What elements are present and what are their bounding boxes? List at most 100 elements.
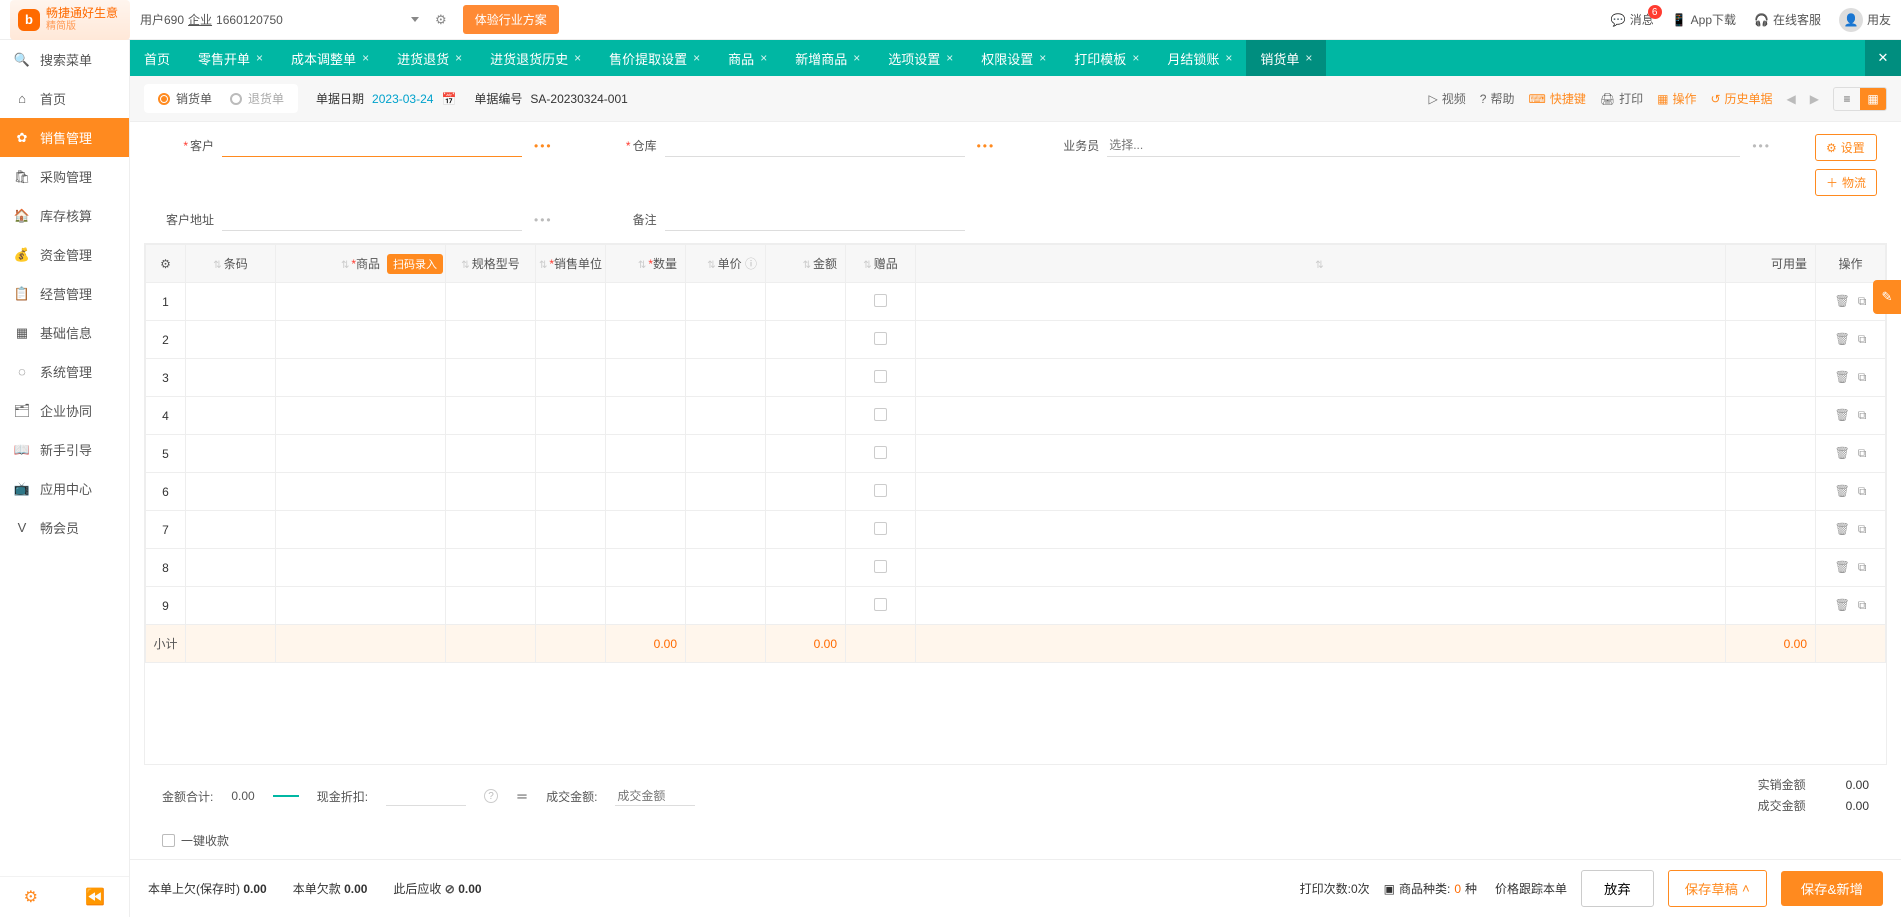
cell-unit[interactable] (536, 511, 606, 549)
app-download-link[interactable]: 📱 App下载 (1672, 11, 1736, 28)
cell-price[interactable] (686, 511, 766, 549)
sidebar-item-12[interactable]: V畅会员 (0, 508, 129, 547)
sidebar-item-9[interactable]: 🗂企业协同 (0, 391, 129, 430)
cell-spec[interactable] (446, 321, 536, 359)
table-row[interactable]: 3🗑⧉ (146, 359, 1886, 397)
deal-amount-input[interactable] (615, 787, 695, 806)
sidebar-item-6[interactable]: 📋经营管理 (0, 274, 129, 313)
cell-unit[interactable] (536, 549, 606, 587)
table-row[interactable]: 6🗑⧉ (146, 473, 1886, 511)
cell-barcode[interactable] (186, 435, 276, 473)
delete-row-icon[interactable]: 🗑 (1835, 560, 1850, 575)
copy-row-icon[interactable]: ⧉ (1858, 294, 1867, 309)
discount-input[interactable] (386, 787, 466, 806)
tenant-selector[interactable]: 用户690企业1660120750 (140, 11, 419, 28)
cell-barcode[interactable] (186, 587, 276, 625)
delete-row-icon[interactable]: 🗑 (1835, 408, 1850, 423)
order-type-return[interactable]: 退货单 (230, 90, 284, 107)
table-row[interactable]: 7🗑⧉ (146, 511, 1886, 549)
close-icon[interactable]: × (362, 51, 369, 65)
tab-5[interactable]: 售价提取设置× (595, 40, 714, 76)
delete-row-icon[interactable]: 🗑 (1835, 370, 1850, 385)
tab-9[interactable]: 权限设置× (967, 40, 1060, 76)
cell-amount[interactable] (766, 587, 846, 625)
col-product[interactable]: ⇅*商品扫码录入 (276, 245, 446, 283)
cell-gift[interactable] (846, 587, 916, 625)
delete-row-icon[interactable]: 🗑 (1835, 332, 1850, 347)
close-icon[interactable]: × (760, 51, 767, 65)
table-row[interactable]: 4🗑⧉ (146, 397, 1886, 435)
copy-row-icon[interactable]: ⧉ (1858, 446, 1867, 461)
cell-spec[interactable] (446, 397, 536, 435)
tab-11[interactable]: 月结锁账× (1153, 40, 1246, 76)
sidebar-item-3[interactable]: 🛍采购管理 (0, 157, 129, 196)
table-row[interactable]: 9🗑⧉ (146, 587, 1886, 625)
cell-barcode[interactable] (186, 549, 276, 587)
cell-price[interactable] (686, 549, 766, 587)
col-available[interactable]: 可用量 (1726, 245, 1816, 283)
salesman-lookup-icon[interactable]: ••• (1748, 139, 1775, 153)
copy-row-icon[interactable]: ⧉ (1858, 408, 1867, 423)
cell-unit[interactable] (536, 397, 606, 435)
col-price[interactable]: ⇅单价 ⓘ (686, 245, 766, 283)
cell-gift[interactable] (846, 473, 916, 511)
cell-barcode[interactable] (186, 473, 276, 511)
shortcut-link[interactable]: ⌨快捷键 (1529, 90, 1586, 107)
copy-row-icon[interactable]: ⧉ (1858, 522, 1867, 537)
close-icon[interactable]: × (1132, 51, 1139, 65)
online-service-link[interactable]: 🎧 在线客服 (1754, 11, 1821, 28)
customer-input[interactable] (222, 134, 522, 157)
doc-date-value[interactable]: 2023-03-24 (372, 92, 433, 106)
sidebar-item-4[interactable]: 🏠库存核算 (0, 196, 129, 235)
cell-amount[interactable] (766, 435, 846, 473)
side-floater-icon[interactable]: ✎ (1873, 280, 1901, 314)
save-new-button[interactable]: 保存&新增 (1781, 871, 1883, 906)
cell-amount[interactable] (766, 473, 846, 511)
warehouse-input[interactable] (665, 134, 965, 157)
next-doc[interactable]: ▶ (1810, 92, 1819, 106)
delete-row-icon[interactable]: 🗑 (1835, 598, 1850, 613)
video-link[interactable]: ▷视频 (1429, 90, 1466, 107)
one-click-collect[interactable]: 一键收款 (144, 828, 1887, 853)
copy-row-icon[interactable]: ⧉ (1858, 598, 1867, 613)
delete-row-icon[interactable]: 🗑 (1835, 294, 1850, 309)
cell-product[interactable] (276, 283, 446, 321)
delete-row-icon[interactable]: 🗑 (1835, 522, 1850, 537)
cell-spec[interactable] (446, 587, 536, 625)
cell-gift[interactable] (846, 283, 916, 321)
cell-product[interactable] (276, 473, 446, 511)
sidebar-item-7[interactable]: ▦基础信息 (0, 313, 129, 352)
cell-qty[interactable] (606, 511, 686, 549)
cell-product[interactable] (276, 321, 446, 359)
cell-qty[interactable] (606, 321, 686, 359)
sidebar-gear-icon[interactable]: ⚙ (24, 887, 38, 907)
cell-unit[interactable] (536, 359, 606, 397)
cell-barcode[interactable] (186, 397, 276, 435)
tab-4[interactable]: 进货退货历史× (476, 40, 595, 76)
table-row[interactable]: 5🗑⧉ (146, 435, 1886, 473)
col-spec[interactable]: ⇅规格型号 (446, 245, 536, 283)
close-icon[interactable]: × (1225, 51, 1232, 65)
cell-product[interactable] (276, 435, 446, 473)
tab-8[interactable]: 选项设置× (874, 40, 967, 76)
cell-price[interactable] (686, 397, 766, 435)
calendar-icon[interactable]: 📅 (441, 92, 456, 106)
view-list[interactable]: ≡ (1834, 88, 1860, 110)
cell-spec[interactable] (446, 435, 536, 473)
discard-button[interactable]: 放弃 (1581, 870, 1654, 907)
close-icon[interactable]: × (693, 51, 700, 65)
cell-qty[interactable] (606, 435, 686, 473)
cell-gift[interactable] (846, 511, 916, 549)
remark-input[interactable] (665, 208, 965, 231)
cell-price[interactable] (686, 283, 766, 321)
cell-unit[interactable] (536, 435, 606, 473)
cell-gift[interactable] (846, 359, 916, 397)
cell-product[interactable] (276, 397, 446, 435)
cell-unit[interactable] (536, 283, 606, 321)
cell-price[interactable] (686, 587, 766, 625)
print-link[interactable]: 🖨打印 (1600, 90, 1643, 107)
col-gift[interactable]: ⇅赠品 (846, 245, 916, 283)
save-draft-button[interactable]: 保存草稿˄ (1668, 870, 1767, 907)
close-icon[interactable]: × (853, 51, 860, 65)
cell-product[interactable] (276, 549, 446, 587)
